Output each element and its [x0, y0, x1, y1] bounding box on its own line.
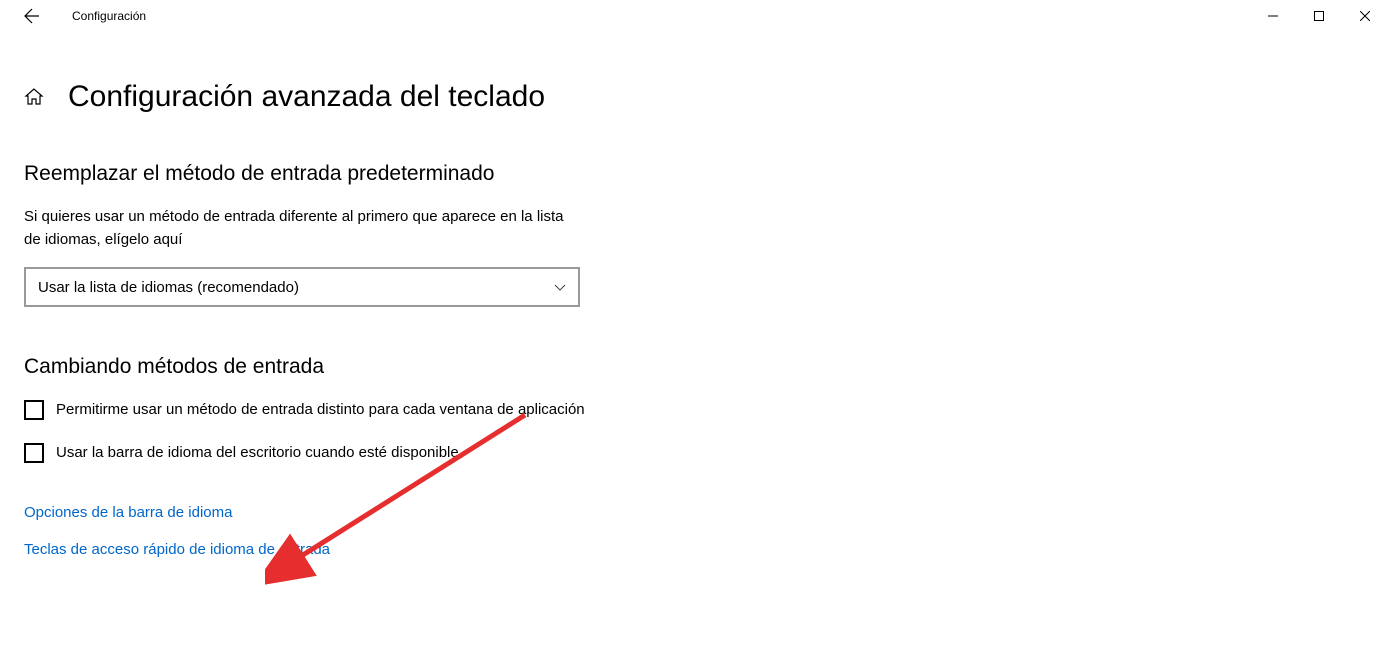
- maximize-button[interactable]: [1296, 0, 1342, 32]
- close-button[interactable]: [1342, 0, 1388, 32]
- section-description: Si quieres usar un método de entrada dif…: [24, 206, 584, 251]
- titlebar: Configuración: [0, 0, 1388, 32]
- back-button[interactable]: [16, 0, 48, 32]
- page-title: Configuración avanzada del teclado: [68, 80, 545, 114]
- arrow-left-icon: [24, 8, 40, 24]
- minimize-icon: [1268, 11, 1278, 21]
- chevron-down-icon: [554, 281, 566, 293]
- link-language-bar-options[interactable]: Opciones de la barra de idioma: [24, 504, 1364, 521]
- section-heading-switching: Cambiando métodos de entrada: [24, 355, 1364, 379]
- close-icon: [1360, 11, 1370, 21]
- page-header: Configuración avanzada del teclado: [24, 80, 1364, 114]
- checkbox-label: Permitirme usar un método de entrada dis…: [56, 399, 585, 422]
- checkbox-row-language-bar: Usar la barra de idioma del escritorio c…: [24, 442, 604, 465]
- content-area: Configuración avanzada del teclado Reemp…: [0, 32, 1388, 558]
- window-controls: [1250, 0, 1388, 32]
- maximize-icon: [1314, 11, 1324, 21]
- minimize-button[interactable]: [1250, 0, 1296, 32]
- link-input-language-hotkeys[interactable]: Teclas de acceso rápido de idioma de ent…: [24, 541, 1364, 558]
- section-heading-input-method: Reemplazar el método de entrada predeter…: [24, 162, 1364, 186]
- checkbox-language-bar[interactable]: [24, 443, 44, 463]
- checkbox-per-window[interactable]: [24, 400, 44, 420]
- dropdown-value: Usar la lista de idiomas (recomendado): [38, 279, 299, 296]
- app-title: Configuración: [72, 9, 146, 23]
- checkbox-row-per-window: Permitirme usar un método de entrada dis…: [24, 399, 604, 422]
- input-method-dropdown[interactable]: Usar la lista de idiomas (recomendado): [24, 267, 580, 307]
- home-icon[interactable]: [24, 87, 44, 107]
- checkbox-label: Usar la barra de idioma del escritorio c…: [56, 442, 459, 465]
